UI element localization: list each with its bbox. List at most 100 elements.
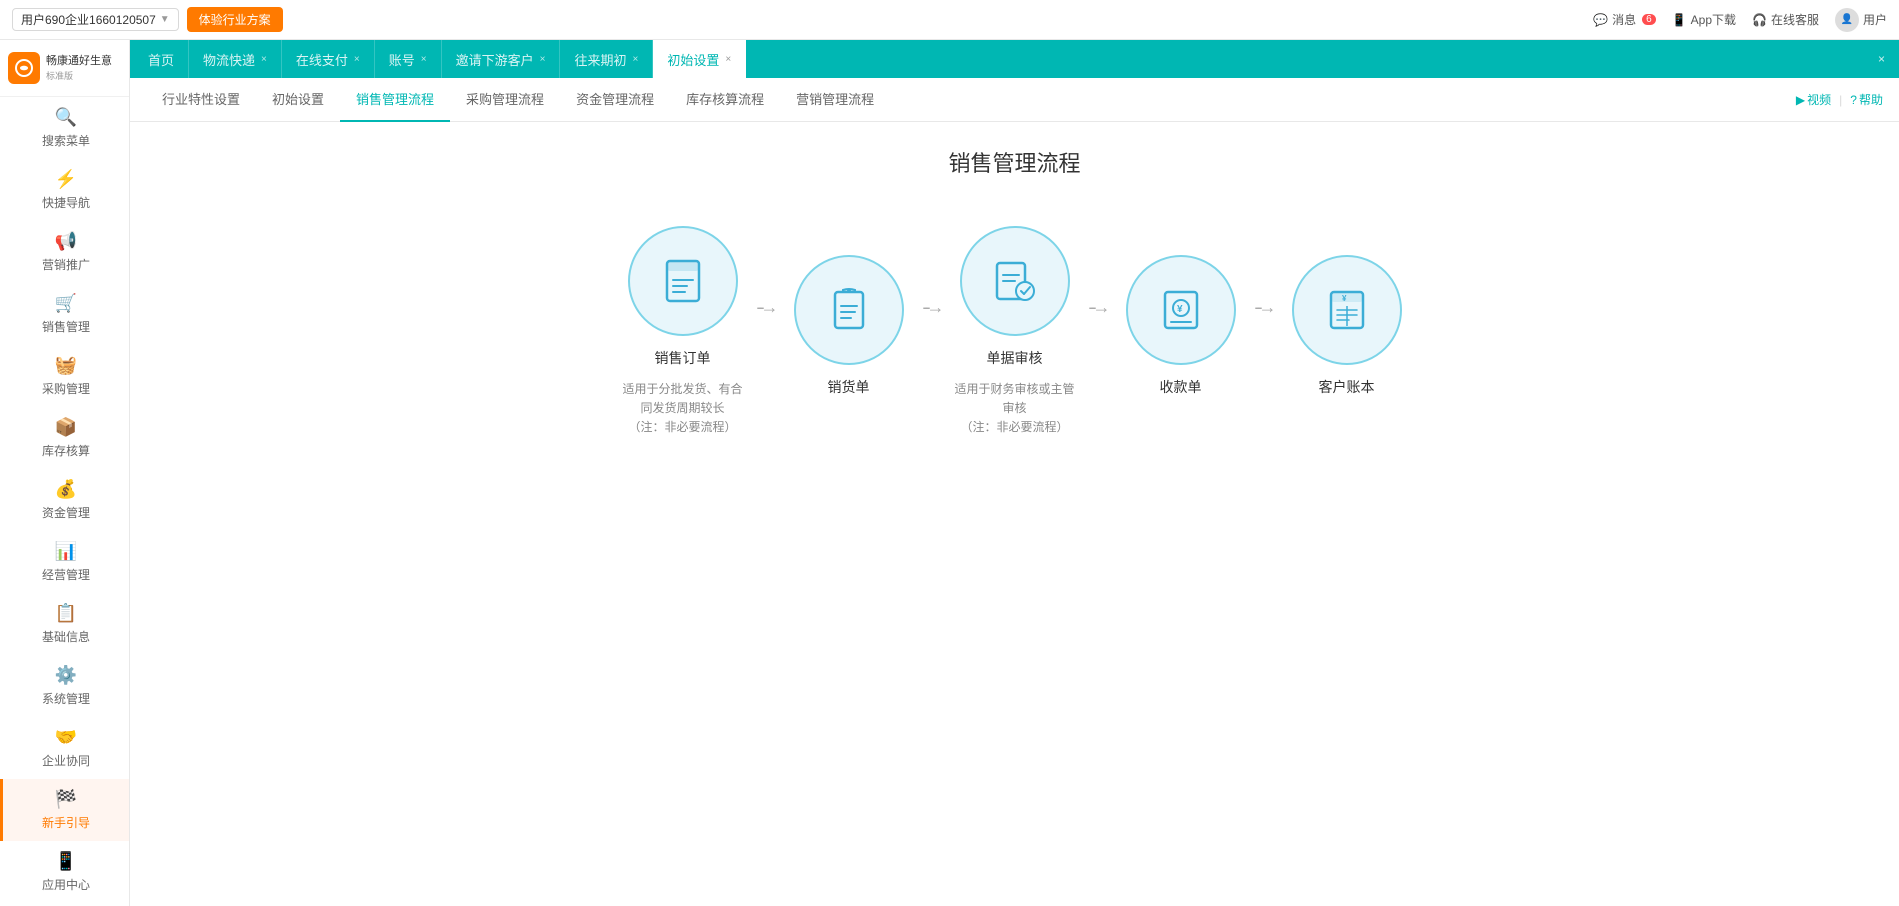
- close-icon[interactable]: ×: [540, 54, 546, 65]
- app-download-item[interactable]: 📱 App下载: [1672, 11, 1736, 28]
- megaphone-icon: 📢: [55, 231, 77, 252]
- box-icon: 📦: [55, 417, 77, 438]
- help-icon: ?: [1850, 93, 1857, 107]
- sub-nav: 行业特性设置 初始设置 销售管理流程 采购管理流程 资金管理流程 库存核算流程: [130, 78, 1899, 122]
- nav-tab-label: 在线支付: [296, 50, 348, 69]
- close-icon[interactable]: ×: [725, 54, 731, 65]
- close-icon[interactable]: ×: [632, 54, 638, 65]
- sidebar-item-newbie-guide[interactable]: 🏁 新手引导: [0, 779, 129, 841]
- sidebar-item-marketing[interactable]: 📢 营销推广: [0, 221, 129, 283]
- user-selector[interactable]: 用户690企业1660120507 ▼: [12, 8, 179, 31]
- main-layout: 畅康通好生意 标准版 🔍 搜索菜单 ⚡ 快捷导航 📢 营销推广 🛒 销售管理 🧺…: [0, 40, 1899, 906]
- sub-tab-label: 营销管理流程: [796, 89, 874, 108]
- flow-step-doc-review: 单据审核 适用于财务审核或主管审核（注：非必要流程）: [945, 226, 1085, 438]
- sidebar-item-quick-nav[interactable]: ⚡ 快捷导航: [0, 159, 129, 221]
- logo-text-block: 畅康通好生意 标准版: [46, 54, 112, 81]
- nav-tab-payment[interactable]: 在线支付 ×: [282, 40, 375, 78]
- sub-tab-inventory-flow[interactable]: 库存核算流程: [670, 78, 780, 122]
- sidebar-item-basic-info[interactable]: 📋 基础信息: [0, 593, 129, 655]
- nav-tab-home[interactable]: 首页: [134, 40, 189, 78]
- close-icon[interactable]: ×: [261, 54, 267, 65]
- flow-step-customer-ledger: ¥ 客户账本: [1277, 255, 1417, 409]
- sidebar-item-operations[interactable]: 📊 经营管理: [0, 531, 129, 593]
- online-service-item[interactable]: 🎧 在线客服: [1752, 11, 1819, 28]
- flag-icon: 🏁: [55, 789, 77, 810]
- flow-step-label: 客户账本: [1319, 377, 1375, 397]
- nav-tab-label: 账号: [389, 50, 415, 69]
- mobile-app-icon: 📱: [55, 851, 77, 872]
- logo-version: 标准版: [46, 69, 112, 82]
- svg-text:¥: ¥: [1177, 304, 1183, 315]
- sub-tab-sales-flow[interactable]: 销售管理流程: [340, 78, 450, 122]
- flow-step-label: 收款单: [1160, 377, 1202, 397]
- page-content: 销售管理流程 销售订单 适用于分批发货、有合同: [130, 122, 1899, 906]
- nav-tab-init-settings[interactable]: 初始设置 ×: [653, 40, 746, 78]
- user-item[interactable]: 👤 用户: [1835, 8, 1887, 32]
- flow-step-sales-order: 销售订单 适用于分批发货、有合同发货周期较长（注：非必要流程）: [613, 226, 753, 438]
- mobile-icon: 📱: [1672, 13, 1687, 27]
- nav-tab-label: 首页: [148, 50, 174, 69]
- nav-tab-label: 邀请下游客户: [456, 50, 534, 69]
- avatar: 👤: [1835, 8, 1859, 32]
- nav-tab-account[interactable]: 账号 ×: [375, 40, 442, 78]
- flow-step-label: 销货单: [828, 377, 870, 397]
- sidebar-item-label: 采购管理: [42, 380, 90, 397]
- sidebar-item-purchase[interactable]: 🧺 采购管理: [0, 345, 129, 407]
- nav-tab-logistics[interactable]: 物流快递 ×: [189, 40, 282, 78]
- content-area: 首页 物流快递 × 在线支付 × 账号 × 邀请下游客户 × 往来期初 ×: [130, 40, 1899, 906]
- search-icon: 🔍: [55, 107, 77, 128]
- sidebar-item-sales[interactable]: 🛒 销售管理: [0, 283, 129, 345]
- sidebar-item-label: 资金管理: [42, 504, 90, 521]
- sidebar-item-label: 经营管理: [42, 566, 90, 583]
- flow-step-label: 销售订单: [655, 348, 711, 368]
- sidebar-item-search[interactable]: 🔍 搜索菜单: [0, 97, 129, 159]
- messages-item[interactable]: 💬 消息 6: [1593, 11, 1656, 28]
- flow-step-label: 单据审核: [987, 348, 1043, 368]
- sidebar-item-system[interactable]: ⚙️ 系统管理: [0, 655, 129, 717]
- flow-circle-receipt: ¥: [1126, 255, 1236, 365]
- basket-icon: 🧺: [55, 355, 77, 376]
- sub-tab-label: 销售管理流程: [356, 89, 434, 108]
- money-icon: 💰: [55, 479, 77, 500]
- sidebar-item-label: 库存核算: [42, 442, 90, 459]
- sidebar-item-finance[interactable]: 💰 资金管理: [0, 469, 129, 531]
- sub-tab-purchase-flow[interactable]: 采购管理流程: [450, 78, 560, 122]
- sidebar-item-app-center[interactable]: 📱 应用中心: [0, 841, 129, 903]
- nav-tabs-bar: 首页 物流快递 × 在线支付 × 账号 × 邀请下游客户 × 往来期初 ×: [130, 40, 1899, 78]
- video-action[interactable]: ▶ 视频: [1796, 91, 1831, 108]
- flow-diagram: 销售订单 适用于分批发货、有合同发货周期较长（注：非必要流程） --→: [162, 226, 1867, 438]
- nav-tab-invite-downstream[interactable]: 邀请下游客户 ×: [442, 40, 561, 78]
- top-bar-right: 💬 消息 6 📱 App下载 🎧 在线客服 👤 用户: [1593, 8, 1887, 32]
- messages-label: 消息: [1612, 11, 1636, 28]
- sidebar-item-label: 基础信息: [42, 628, 90, 645]
- close-icon[interactable]: ×: [354, 54, 360, 65]
- close-icon[interactable]: ×: [421, 54, 427, 65]
- help-action[interactable]: ? 帮助: [1850, 91, 1883, 108]
- experience-button[interactable]: 体验行业方案: [187, 7, 283, 32]
- sidebar-item-enterprise-collab[interactable]: 🤝 企业协同: [0, 717, 129, 779]
- nav-tab-label: 往来期初: [574, 50, 626, 69]
- sidebar-item-label: 销售管理: [42, 318, 90, 335]
- top-bar-left: 用户690企业1660120507 ▼ 体验行业方案: [12, 7, 283, 32]
- sub-tab-label: 采购管理流程: [466, 89, 544, 108]
- sub-tab-capital-flow[interactable]: 资金管理流程: [560, 78, 670, 122]
- handshake-icon: 🤝: [55, 727, 77, 748]
- sidebar-item-label: 应用中心: [42, 876, 90, 893]
- sub-tab-marketing-flow[interactable]: 营销管理流程: [780, 78, 890, 122]
- flow-circle-delivery: [794, 255, 904, 365]
- sidebar-item-label: 新手引导: [42, 814, 90, 831]
- sidebar-item-label: 系统管理: [42, 690, 90, 707]
- sub-tab-label: 库存核算流程: [686, 89, 764, 108]
- sub-tab-industry-settings[interactable]: 行业特性设置: [146, 78, 256, 122]
- sidebar-item-label: 搜索菜单: [42, 132, 90, 149]
- close-all-button[interactable]: ×: [1868, 52, 1895, 66]
- user-selector-text: 用户690企业1660120507: [21, 11, 156, 28]
- gear-icon: ⚙️: [55, 665, 77, 686]
- sub-tab-init-settings[interactable]: 初始设置: [256, 78, 340, 122]
- sidebar-item-inventory[interactable]: 📦 库存核算: [0, 407, 129, 469]
- nav-tab-period-init[interactable]: 往来期初 ×: [560, 40, 653, 78]
- user-label: 用户: [1863, 11, 1887, 28]
- sidebar-item-label: 营销推广: [42, 256, 90, 273]
- logo-app-name: 畅康通好生意: [46, 54, 112, 68]
- sub-nav-actions: ▶ 视频 | ? 帮助: [1796, 91, 1883, 108]
